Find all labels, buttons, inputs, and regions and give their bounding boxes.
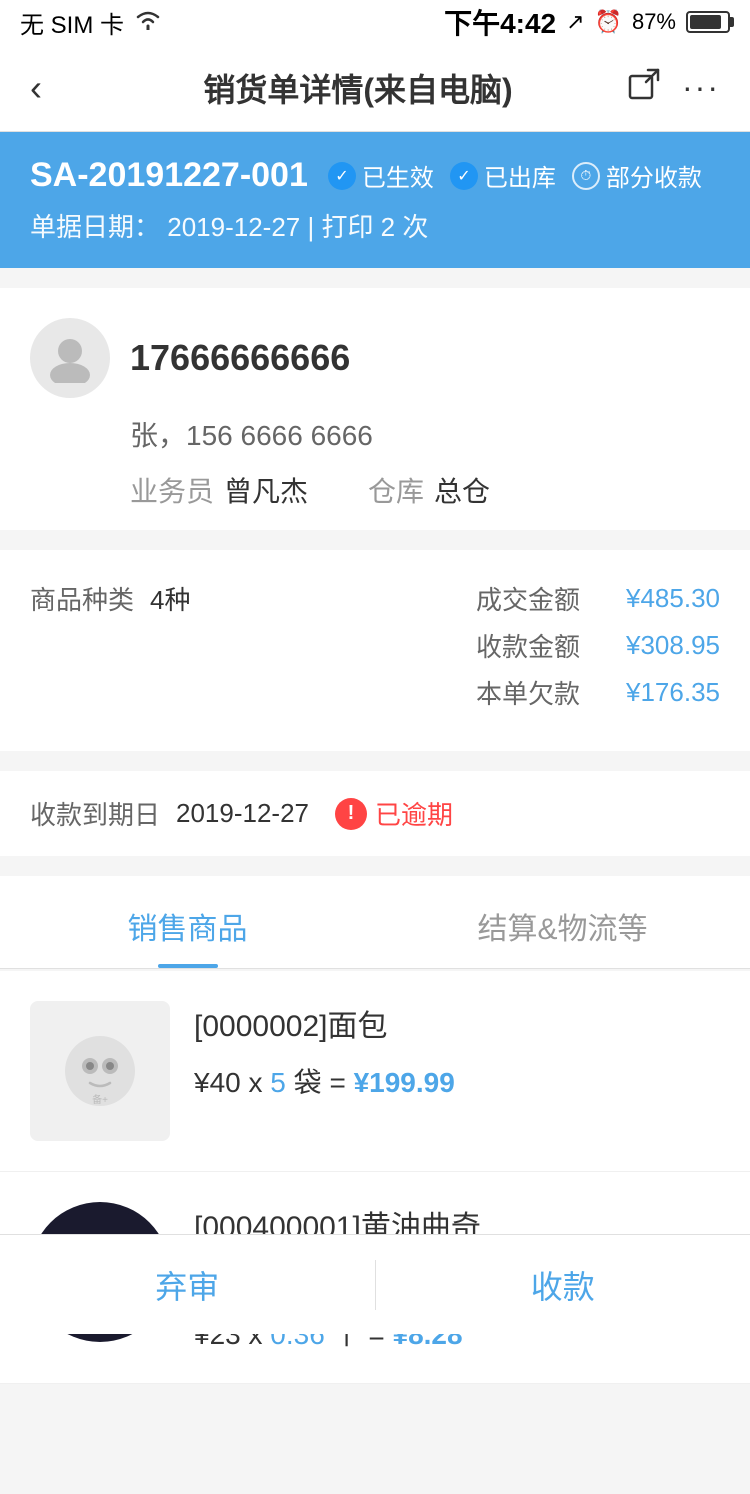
avatar <box>30 318 110 398</box>
due-label: 收款到期日 <box>30 795 160 832</box>
alarm-icon: ⏰ <box>595 9 622 35</box>
export-icon[interactable] <box>626 66 662 110</box>
wifi-icon <box>134 8 162 37</box>
amount-label: 成交金额 <box>476 580 580 617</box>
due-section: 收款到期日 2019-12-27 ! 已逾期 <box>0 771 750 856</box>
debt-label: 本单欠款 <box>476 674 580 711</box>
customer-meta: 业务员 曾凡杰 仓库 总仓 <box>30 470 720 510</box>
badge-partial: ⏱ 部分收款 <box>572 158 702 193</box>
clock-icon: ⏱ <box>572 162 600 190</box>
check-icon-1: ✓ <box>328 162 356 190</box>
sales-person: 曾凡杰 <box>224 470 308 510</box>
product-total-1: ¥199.99 <box>354 1067 455 1098</box>
product-qty-1: 5 <box>270 1067 286 1098</box>
order-header: SA-20191227-001 ✓ 已生效 ✓ 已出库 ⏱ 部分收款 单据日期：… <box>0 132 750 268</box>
status-right: 下午4:42 ↗ ⏰ 87% <box>444 2 730 42</box>
more-icon[interactable]: ··· <box>682 69 720 106</box>
battery-indicator <box>686 11 730 33</box>
warehouse-value: 总仓 <box>434 470 490 510</box>
bottom-bar: 弃审 收款 <box>0 1234 750 1334</box>
type-value: 4种 <box>150 580 190 617</box>
order-id: SA-20191227-001 <box>30 156 308 195</box>
battery-label: 87% <box>632 9 676 35</box>
tabs-section: 销售商品 结算&物流等 <box>0 876 750 969</box>
overdue-badge: ! 已逾期 <box>335 795 453 832</box>
location-icon: ↗ <box>566 9 584 35</box>
nav-actions: ··· <box>626 66 720 110</box>
carrier-label: 无 SIM 卡 <box>20 5 124 40</box>
warehouse-label: 仓库 <box>368 470 424 510</box>
product-thumb-1: 备+ <box>30 1001 170 1141</box>
nav-bar: ‹ 销货单详情(来自电脑) ··· <box>0 44 750 132</box>
check-icon-2: ✓ <box>450 162 478 190</box>
product-price-1: ¥40 x 5 袋 = ¥199.99 <box>194 1061 720 1101</box>
overdue-icon: ! <box>335 798 367 830</box>
due-date-value: 2019-12-27 <box>176 798 309 829</box>
time-label: 下午4:42 <box>444 2 556 42</box>
status-left: 无 SIM 卡 <box>20 5 162 40</box>
order-badges: ✓ 已生效 ✓ 已出库 ⏱ 部分收款 <box>328 158 702 193</box>
sales-label: 业务员 <box>130 470 214 510</box>
customer-phone: 17666666666 <box>130 337 350 379</box>
badge-shipped: ✓ 已出库 <box>450 158 556 193</box>
status-bar: 无 SIM 卡 下午4:42 ↗ ⏰ 87% <box>0 0 750 44</box>
type-label: 商品种类 <box>30 580 134 617</box>
confirm-button[interactable]: 收款 <box>376 1262 750 1308</box>
svg-text:备+: 备+ <box>92 1093 108 1106</box>
tab-settlement[interactable]: 结算&物流等 <box>375 876 750 968</box>
product-info-1: [0000002]面包 ¥40 x 5 袋 = ¥199.99 <box>194 1001 720 1101</box>
received-value: ¥308.95 <box>600 630 720 661</box>
customer-section: 17666666666 张，156 6666 6666 业务员 曾凡杰 仓库 总… <box>0 288 750 530</box>
badge-effective: ✓ 已生效 <box>328 158 434 193</box>
cancel-button[interactable]: 弃审 <box>0 1262 375 1308</box>
product-name-1: [0000002]面包 <box>194 1001 720 1045</box>
tab-products[interactable]: 销售商品 <box>0 876 375 968</box>
customer-contact: 张，156 6666 6666 <box>30 414 720 454</box>
received-label: 收款金额 <box>476 627 580 664</box>
page-title: 销货单详情(来自电脑) <box>203 65 512 111</box>
summary-section: 商品种类 4种 成交金额 ¥485.30 收款金额 ¥308.95 本单欠款 ¥… <box>0 550 750 751</box>
overdue-text: 已逾期 <box>375 795 453 832</box>
product-item: 备+ [0000002]面包 ¥40 x 5 袋 = ¥199.99 <box>0 971 750 1172</box>
debt-value: ¥176.35 <box>600 677 720 708</box>
back-button[interactable]: ‹ <box>30 67 90 109</box>
order-date: 单据日期： 2019-12-27 | 打印 2 次 <box>30 207 720 244</box>
amount-value: ¥485.30 <box>600 583 720 614</box>
